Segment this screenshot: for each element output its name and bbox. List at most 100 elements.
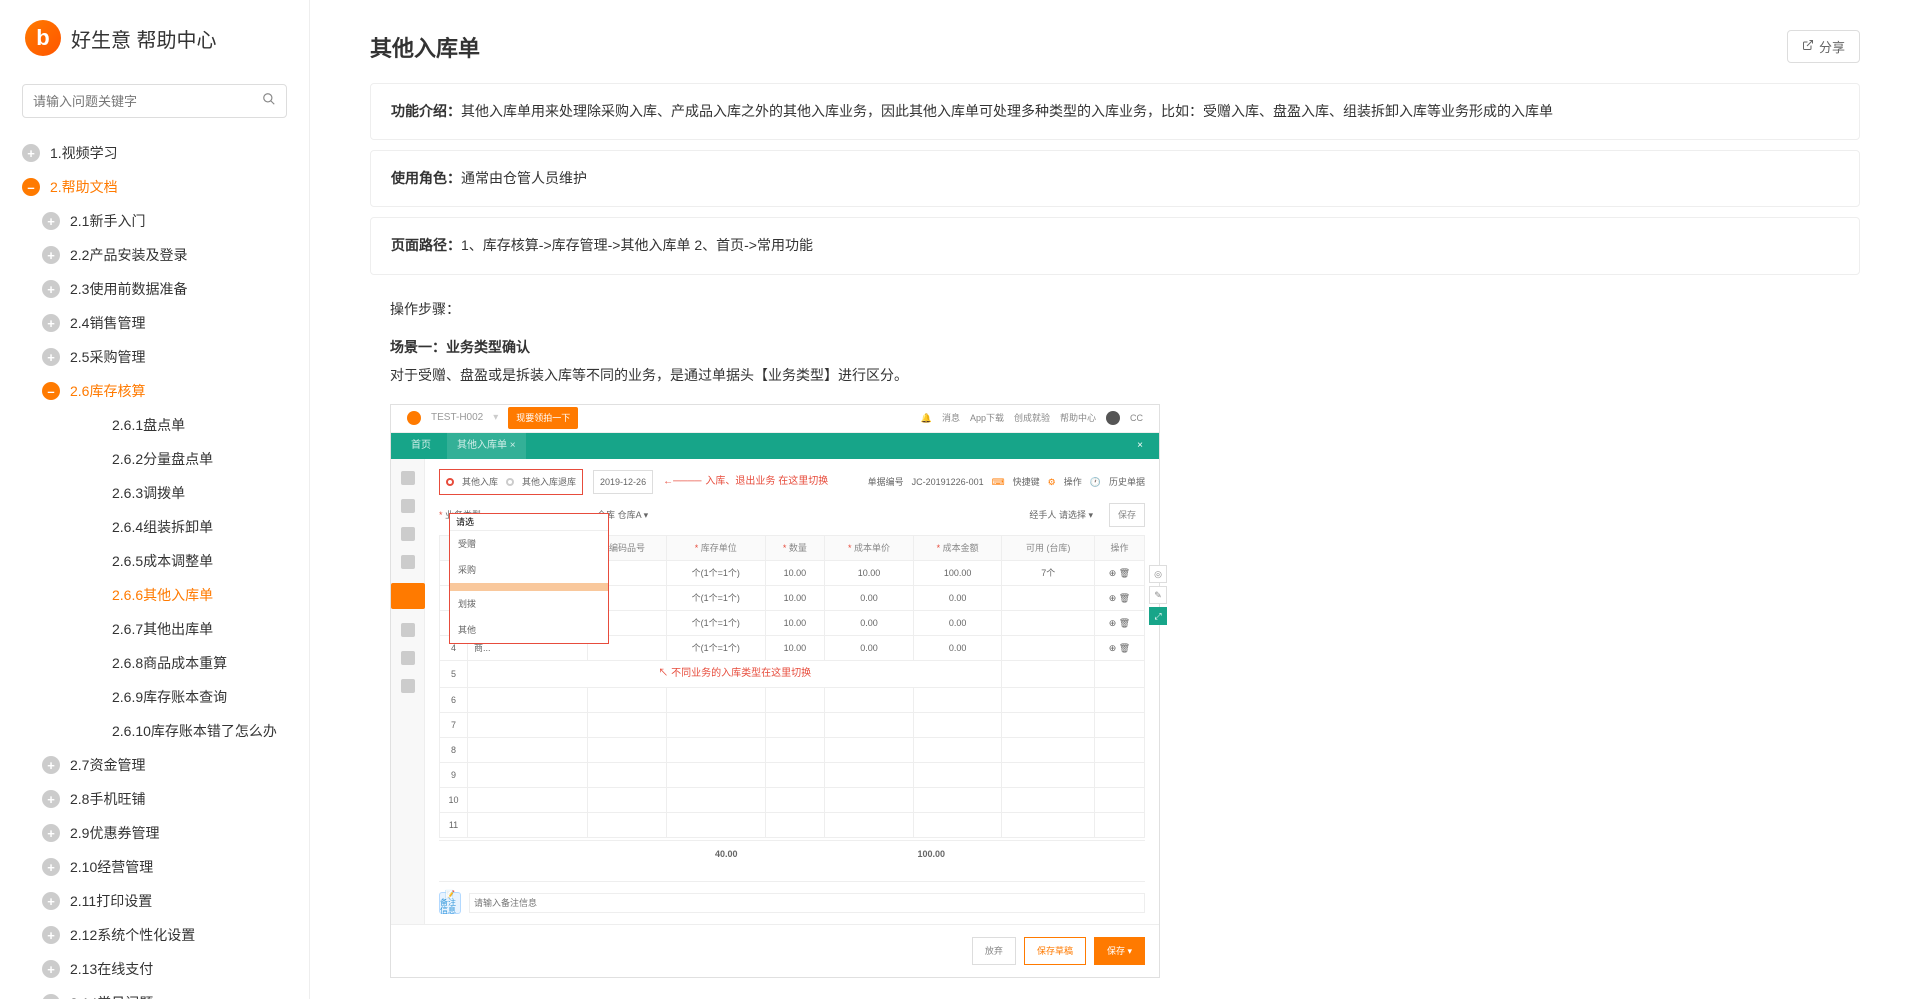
minus-icon: – — [42, 382, 60, 400]
sidebar: b 好生意 帮助中心 +1.视频学习 –2.帮助文档 +2.1新手入门 +2.2… — [0, 0, 310, 999]
ss-meta-op: 操作 — [1064, 473, 1082, 491]
path-block: 页面路径：1、库存核算->库存管理->其他入库单 2、首页->常用功能 — [370, 217, 1860, 274]
plus-icon: + — [42, 790, 60, 808]
ss-remark-row: 📝备注信息 — [439, 881, 1145, 914]
nav-item-helpdoc[interactable]: –2.帮助文档 — [10, 170, 299, 204]
nav-item-2-12[interactable]: +2.12系统个性化设置 — [30, 918, 299, 952]
ss-topbar: TEST-H002 ▾ 现要领拍一下 🔔消息 App下载 创成就验 帮助中心 C… — [391, 405, 1159, 433]
arrow-left-icon: ←──── — [663, 472, 701, 492]
ss-remark-input — [469, 893, 1145, 913]
leaf-2-6-1[interactable]: 2.6.1盘点单 — [72, 408, 299, 442]
ss-dd-item: 其他 — [450, 617, 608, 643]
plus-icon: + — [42, 280, 60, 298]
ss-handler-value: 请选择 — [1059, 510, 1086, 520]
role-label: 使用角色： — [391, 170, 461, 186]
nav-label: 2.帮助文档 — [50, 177, 118, 197]
nav-item-2-5[interactable]: +2.5采购管理 — [30, 340, 299, 374]
nav-label: 2.2产品安装及登录 — [70, 245, 187, 265]
nav-item-2-14[interactable]: +2.14常见问题 — [30, 986, 299, 999]
embedded-screenshot: TEST-H002 ▾ 现要领拍一下 🔔消息 App下载 创成就验 帮助中心 C… — [390, 404, 1160, 978]
leaf-2-6-5[interactable]: 2.6.5成本调整单 — [72, 544, 299, 578]
leaf-2-6-2[interactable]: 2.6.2分量盘点单 — [72, 442, 299, 476]
nav-item-2-4[interactable]: +2.4销售管理 — [30, 306, 299, 340]
ss-side-icon — [401, 679, 415, 693]
leaf-2-6-9[interactable]: 2.6.9库存账本查询 — [72, 680, 299, 714]
nav-item-2-13[interactable]: +2.13在线支付 — [30, 952, 299, 986]
radio-icon — [506, 478, 514, 486]
share-button[interactable]: 分享 — [1787, 30, 1860, 63]
nav-tree: +1.视频学习 –2.帮助文档 +2.1新手入门 +2.2产品安装及登录 +2.… — [0, 136, 309, 999]
role-text: 通常由仓管人员维护 — [461, 170, 587, 186]
ss-logo-icon — [407, 411, 421, 425]
plus-icon: + — [42, 246, 60, 264]
leaf-2-6-10[interactable]: 2.6.10库存账本错了怎么办 — [72, 714, 299, 748]
search-box[interactable] — [22, 84, 287, 118]
plus-icon: + — [42, 994, 60, 999]
search-icon[interactable] — [262, 92, 276, 110]
nav-item-2-1[interactable]: +2.1新手入门 — [30, 204, 299, 238]
nav-item-2-10[interactable]: +2.10经营管理 — [30, 850, 299, 884]
ss-side-icon — [401, 499, 415, 513]
search-input[interactable] — [33, 94, 262, 109]
leaf-2-6-7[interactable]: 2.6.7其他出库单 — [72, 612, 299, 646]
logo-icon: b — [25, 20, 61, 56]
logo-area: b 好生意 帮助中心 — [0, 0, 309, 76]
ss-side-icon — [401, 471, 415, 485]
plus-icon: + — [42, 314, 60, 332]
ss-btn-cancel: 放弃 — [972, 937, 1016, 965]
leaf-2-6-6[interactable]: 2.6.6其他入库单 — [72, 578, 299, 612]
ss-dd-item: 采购 — [450, 557, 608, 583]
ss-tool-rail: ◎ ✎ ⤢ — [1149, 565, 1167, 625]
annotation-text-2: ↖ 不同业务的入库类型在这里切换 — [468, 660, 1002, 687]
ss-meta-hist: 历史单据 — [1109, 473, 1145, 491]
nav-item-2-7[interactable]: +2.7资金管理 — [30, 748, 299, 782]
plus-icon: + — [42, 756, 60, 774]
nav-item-2-9[interactable]: +2.9优惠券管理 — [30, 816, 299, 850]
ss-side-icon — [401, 555, 415, 569]
nav-item-2-8[interactable]: +2.8手机旺铺 — [30, 782, 299, 816]
ss-dd-item-sel — [450, 583, 608, 591]
ss-btn-draft: 保存草稿 — [1024, 937, 1086, 965]
plus-icon: + — [42, 926, 60, 944]
ss-date: 2019-12-26 — [593, 470, 653, 494]
plus-icon: + — [42, 824, 60, 842]
plus-icon: + — [22, 144, 40, 162]
share-icon — [1802, 39, 1814, 54]
ss-side-nav — [391, 459, 425, 924]
annotation-text: ←────入库、退出业务 在这里切换 — [663, 472, 828, 492]
nav-item-2-11[interactable]: +2.11打印设置 — [30, 884, 299, 918]
ss-user-cc: CC — [1130, 409, 1143, 427]
scene1-text: 对于受赠、盘盈或是拆装入库等不同的业务，是通过单据头【业务类型】进行区分。 — [390, 361, 1840, 389]
role-block: 使用角色：通常由仓管人员维护 — [370, 150, 1860, 207]
logo-text: 好生意 帮助中心 — [71, 24, 217, 53]
tool-icon: ◎ — [1149, 565, 1167, 583]
ss-radio-label: 其他入库 — [462, 473, 498, 491]
ss-handler-label: 经手人 — [1029, 510, 1056, 520]
nav-label: 2.14常见问题 — [70, 993, 153, 999]
nav-item-video[interactable]: +1.视频学习 — [10, 136, 299, 170]
avatar-icon — [1106, 411, 1120, 425]
ss-tab-home: 首页 — [401, 432, 441, 460]
leaf-2-6-4[interactable]: 2.6.4组装拆卸单 — [72, 510, 299, 544]
plus-icon: + — [42, 212, 60, 230]
nav-item-2-3[interactable]: +2.3使用前数据准备 — [30, 272, 299, 306]
ss-wh-value: 仓库A — [618, 510, 642, 520]
nav-label: 2.5采购管理 — [70, 347, 145, 367]
ss-env-label: TEST-H002 — [431, 408, 483, 428]
tool-icon: ✎ — [1149, 586, 1167, 604]
leaf-2-6-8[interactable]: 2.6.8商品成本重算 — [72, 646, 299, 680]
page-header: 其他入库单 分享 — [370, 30, 1860, 63]
ss-promo-button: 现要领拍一下 — [508, 407, 578, 429]
ss-top-msg: 消息 — [942, 409, 960, 427]
leaf-2-6-3[interactable]: 2.6.3调拨单 — [72, 476, 299, 510]
ss-side-icon — [401, 651, 415, 665]
plus-icon: + — [42, 960, 60, 978]
nav-item-2-6[interactable]: –2.6库存核算 — [30, 374, 299, 408]
steps-label: 操作步骤： — [390, 295, 1840, 323]
ss-side-icon — [401, 527, 415, 541]
minus-icon: – — [22, 178, 40, 196]
ss-docno-label: 单据编号 — [868, 473, 904, 491]
nav-item-2-2[interactable]: +2.2产品安装及登录 — [30, 238, 299, 272]
intro-label: 功能介绍： — [391, 103, 461, 119]
scene1-title: 场景一：业务类型确认 — [390, 333, 1840, 361]
